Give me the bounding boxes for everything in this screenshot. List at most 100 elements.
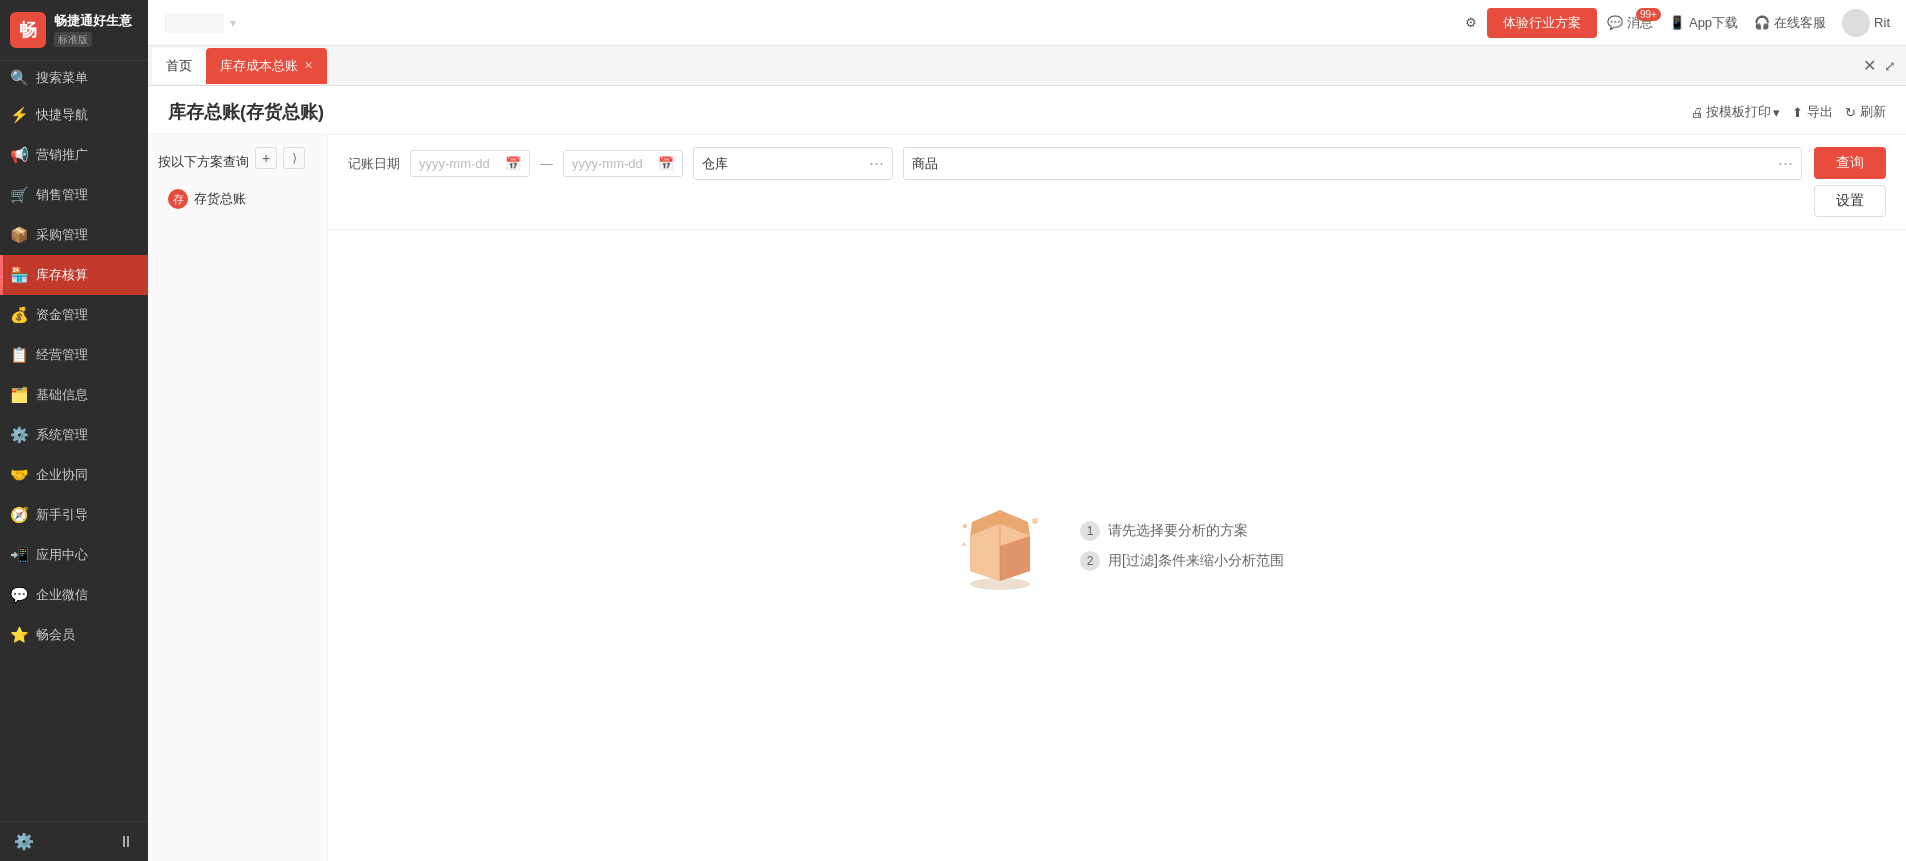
query-button[interactable]: 查询 <box>1814 147 1886 179</box>
sidebar-item-finance[interactable]: 💰 资金管理 <box>0 295 148 335</box>
logo-icon: 畅 <box>10 12 46 48</box>
user-name: Rit <box>1874 15 1890 30</box>
basic-icon: 🗂️ <box>10 386 28 404</box>
date-separator: — <box>540 156 553 171</box>
sidebar-item-label: 企业微信 <box>36 586 88 604</box>
sidebar-item-sales[interactable]: 🛒 销售管理 <box>0 175 148 215</box>
app-download-btn[interactable]: 📱 App下载 <box>1669 14 1738 32</box>
sidebar-item-system[interactable]: ⚙️ 系统管理 <box>0 415 148 455</box>
goods-input[interactable]: 商品 ··· <box>903 147 1802 180</box>
svg-marker-9 <box>962 542 966 546</box>
settings-footer-icon[interactable]: ⚙️ <box>14 832 34 851</box>
warehouse-more-icon[interactable]: ··· <box>869 153 884 174</box>
date-end-input[interactable]: yyyy-mm-dd 📅 <box>563 150 683 177</box>
app-name: 畅捷通好生意 <box>54 13 132 30</box>
wechat-icon: 💬 <box>10 586 28 604</box>
calendar-start-icon: 📅 <box>505 156 521 171</box>
warehouse-label: 仓库 <box>702 155 728 173</box>
breadcrumb-app <box>164 13 224 33</box>
warehouse-input[interactable]: 仓库 ··· <box>693 147 893 180</box>
message-icon: 💬 <box>1607 15 1623 30</box>
print-chevron-icon: ▾ <box>1773 105 1780 120</box>
gear-button[interactable]: ⚙ <box>1465 15 1477 30</box>
sidebar-item-label: 快捷导航 <box>36 106 88 124</box>
tip-text-1: 请先选择要分析的方案 <box>1108 522 1248 540</box>
message-badge: 99+ <box>1636 8 1661 21</box>
trial-button[interactable]: 体验行业方案 <box>1487 8 1597 38</box>
refresh-button[interactable]: ↻ 刷新 <box>1845 103 1886 121</box>
svg-point-7 <box>963 524 967 528</box>
tip-num-1: 1 <box>1080 521 1100 541</box>
sidebar-item-wechat[interactable]: 💬 企业微信 <box>0 575 148 615</box>
query-settings-group: 查询 设置 <box>1814 147 1886 217</box>
sidebar-item-label: 畅会员 <box>36 626 75 644</box>
sidebar-item-purchase[interactable]: 📦 采购管理 <box>0 215 148 255</box>
svg-point-8 <box>1032 518 1038 524</box>
coop-icon: 🤝 <box>10 466 28 484</box>
sidebar-item-search[interactable]: 🔍 搜索菜单 <box>0 61 148 95</box>
sidebar-item-label: 采购管理 <box>36 226 88 244</box>
headset-icon: 🎧 <box>1754 15 1770 30</box>
sidebar-item-shortcut[interactable]: ⚡ 快捷导航 <box>0 95 148 135</box>
sidebar-item-marketing[interactable]: 📢 营销推广 <box>0 135 148 175</box>
right-panel: 记账日期 yyyy-mm-dd 📅 — yyyy-mm-dd 📅 仓库 <box>328 135 1906 861</box>
page-header: 库存总账(存货总账) 🖨 按模板打印 ▾ ⬆ 导出 ↻ 刷新 <box>148 86 1906 135</box>
user-avatar-area[interactable]: Rit <box>1842 9 1890 37</box>
scheme-item-icon: 存 <box>168 189 188 209</box>
date-start-placeholder: yyyy-mm-dd <box>419 156 490 171</box>
goods-more-icon[interactable]: ··· <box>1778 153 1793 174</box>
tabbar: 首页 库存成本总账 ✕ ✕ ⤢ <box>148 46 1906 86</box>
date-start-input[interactable]: yyyy-mm-dd 📅 <box>410 150 530 177</box>
sidebar-item-label: 应用中心 <box>36 546 88 564</box>
goods-label: 商品 <box>912 155 938 173</box>
filter-add-button[interactable]: + <box>255 147 277 169</box>
export-icon: ⬆ <box>1792 105 1803 120</box>
sidebar-footer: ⚙️ ⏸ <box>0 821 148 861</box>
tab-inventory-ledger[interactable]: 库存成本总账 ✕ <box>206 48 327 84</box>
tabbar-expand-button[interactable]: ⤢ <box>1884 58 1896 74</box>
tab-close-icon[interactable]: ✕ <box>304 59 313 72</box>
empty-illustration <box>950 496 1050 596</box>
online-support-btn[interactable]: 🎧 在线客服 <box>1754 14 1826 32</box>
sidebar-item-label: 库存核算 <box>36 266 88 284</box>
sidebar-item-vip[interactable]: ⭐ 畅会员 <box>0 615 148 655</box>
collapse-footer-icon[interactable]: ⏸ <box>118 833 134 851</box>
sidebar-item-basic[interactable]: 🗂️ 基础信息 <box>0 375 148 415</box>
refresh-icon: ↻ <box>1845 105 1856 120</box>
user-avatar <box>1842 9 1870 37</box>
tabbar-close-button[interactable]: ✕ <box>1863 56 1876 75</box>
filter-collapse-button[interactable]: ⟨ <box>283 147 305 169</box>
filter-controls: 记账日期 yyyy-mm-dd 📅 — yyyy-mm-dd 📅 仓库 <box>348 147 1802 180</box>
empty-box-svg <box>950 496 1050 596</box>
filter-area: 记账日期 yyyy-mm-dd 📅 — yyyy-mm-dd 📅 仓库 <box>328 135 1906 230</box>
sidebar-item-coop[interactable]: 🤝 企业协同 <box>0 455 148 495</box>
filter-label: 按以下方案查询 <box>158 145 249 171</box>
vip-icon: ⭐ <box>10 626 28 644</box>
home-tab-label: 首页 <box>166 57 192 75</box>
active-tab-label: 库存成本总账 <box>220 57 298 75</box>
sidebar-item-label: 系统管理 <box>36 426 88 444</box>
main-area: ▾ ⚙ 体验行业方案 💬 消息 99+ 📱 App下载 🎧 在线客服 Rit <box>148 0 1906 861</box>
tab-home[interactable]: 首页 <box>152 48 206 84</box>
sidebar-item-operation[interactable]: 📋 经营管理 <box>0 335 148 375</box>
sidebar: 畅 畅捷通好生意 标准版 🔍 搜索菜单 ⚡ 快捷导航 📢 营销推广 🛒 销售管理… <box>0 0 148 861</box>
tip-item-1: 1 请先选择要分析的方案 <box>1080 521 1284 541</box>
sidebar-item-inventory[interactable]: 🏪 库存核算 <box>0 255 148 295</box>
sidebar-item-label: 基础信息 <box>36 386 88 404</box>
breadcrumb: ▾ <box>164 13 1455 33</box>
system-icon: ⚙️ <box>10 426 28 444</box>
marketing-icon: 📢 <box>10 146 28 164</box>
sidebar-item-appstore[interactable]: 📲 应用中心 <box>0 535 148 575</box>
empty-state-panel: 1 请先选择要分析的方案 2 用[过滤]条件来缩小分析范围 <box>328 230 1906 861</box>
appstore-icon: 📲 <box>10 546 28 564</box>
sidebar-item-guide[interactable]: 🧭 新手引导 <box>0 495 148 535</box>
empty-tips: 1 请先选择要分析的方案 2 用[过滤]条件来缩小分析范围 <box>1080 521 1284 571</box>
scheme-item-ledger[interactable]: 存 存货总账 <box>158 181 317 217</box>
filter-header: 按以下方案查询 + ⟨ <box>158 145 317 171</box>
messages-btn[interactable]: 💬 消息 99+ <box>1607 14 1653 32</box>
empty-state: 1 请先选择要分析的方案 2 用[过滤]条件来缩小分析范围 <box>950 496 1284 596</box>
finance-icon: 💰 <box>10 306 28 324</box>
settings-button[interactable]: 设置 <box>1814 185 1886 217</box>
print-button[interactable]: 🖨 按模板打印 ▾ <box>1691 103 1780 121</box>
export-button[interactable]: ⬆ 导出 <box>1792 103 1833 121</box>
